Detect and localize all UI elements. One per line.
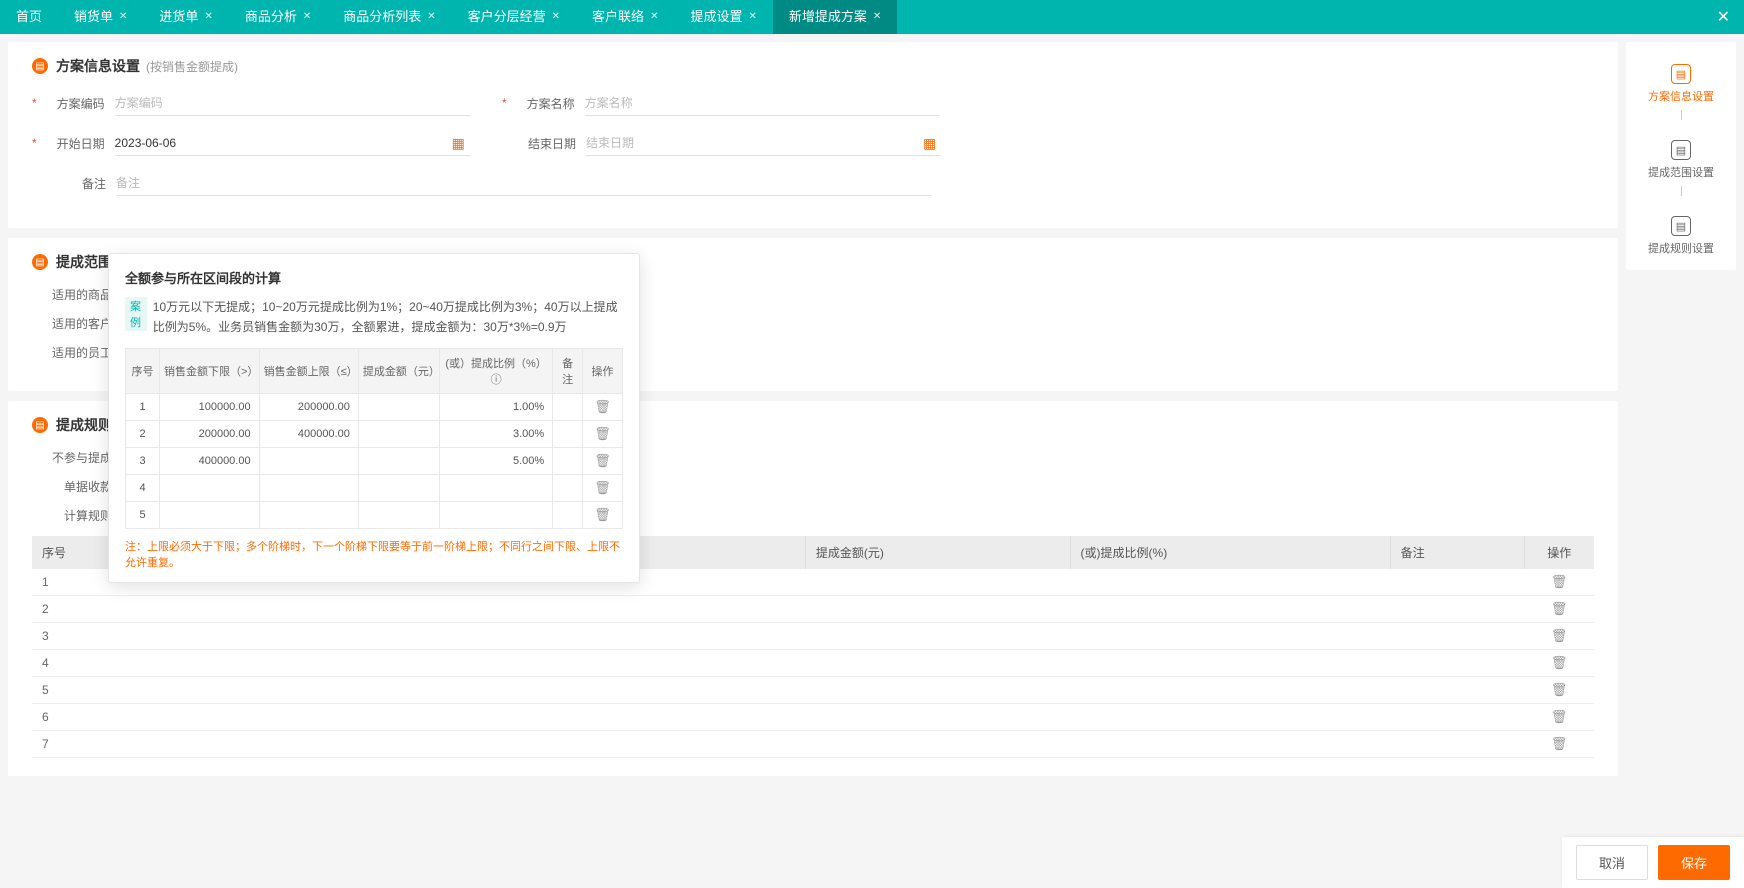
input-name[interactable] [585, 90, 940, 116]
close-icon[interactable]: ✕ [873, 0, 881, 34]
col-header: 操作 [583, 348, 623, 393]
table-row: 2200000.00400000.003.00%🗑 [126, 420, 623, 447]
label-exclude: 不参与提成 [32, 449, 112, 466]
delete-icon[interactable]: 🗑 [1551, 682, 1568, 697]
col-header: 备注 [1390, 536, 1524, 569]
label-customer: 适用的客户 [32, 315, 112, 332]
delete-icon[interactable]: 🗑 [1551, 736, 1568, 751]
tab-客户联络[interactable]: 客户联络✕ [576, 0, 674, 34]
delete-icon[interactable]: 🗑 [594, 453, 611, 468]
delete-icon[interactable]: 🗑 [594, 507, 611, 522]
delete-icon[interactable]: 🗑 [1551, 709, 1568, 724]
close-all-icon[interactable]: ✕ [1703, 7, 1744, 27]
section-icon: ▤ [1671, 140, 1691, 160]
col-header: 备注 [553, 348, 583, 393]
col-header: (或)提成比例(%) [1070, 536, 1390, 569]
example-text: 10万元以下无提成；10~20万元提成比例为1%；20~40万提成比例为3%；4… [153, 297, 623, 338]
tab-客户分层经营[interactable]: 客户分层经营✕ [452, 0, 576, 34]
save-button[interactable]: 保存 [1658, 845, 1730, 880]
label-start-date: 开始日期 [41, 135, 105, 152]
tab-首页[interactable]: 首页 [0, 0, 58, 34]
required-star: * [502, 96, 507, 110]
section-icon: ▤ [32, 254, 48, 270]
example-tag: 案例 [125, 297, 147, 331]
tab-商品分析列表[interactable]: 商品分析列表✕ [327, 0, 451, 34]
close-icon[interactable]: ✕ [650, 0, 658, 34]
table-row[interactable]: 5🗑 [32, 677, 1594, 704]
table-row: 5🗑 [126, 501, 623, 528]
close-icon[interactable]: ✕ [748, 0, 756, 34]
tab-提成设置[interactable]: 提成设置✕ [674, 0, 772, 34]
sidenav-item[interactable]: ▤ 提成范围设置 [1626, 134, 1736, 210]
input-end-date[interactable] [586, 130, 941, 156]
required-star: * [32, 96, 37, 110]
tab-销货单[interactable]: 销货单✕ [58, 0, 143, 34]
section-icon: ▤ [32, 417, 48, 433]
label-receipt: 单据收款 [32, 478, 112, 495]
close-icon[interactable]: ✕ [303, 0, 311, 34]
sidenav-label: 提成范围设置 [1626, 164, 1736, 180]
sidenav-item[interactable]: ▤ 提成规则设置 [1626, 210, 1736, 270]
label-goods: 适用的商品 [32, 286, 112, 303]
tab-新增提成方案[interactable]: 新增提成方案✕ [773, 0, 897, 34]
tooltip-example: 全额参与所在区间段的计算 案例 10万元以下无提成；10~20万元提成比例为1%… [108, 253, 640, 583]
table-row[interactable]: 3🗑 [32, 623, 1594, 650]
label-name: 方案名称 [511, 95, 575, 112]
input-start-date[interactable] [115, 130, 470, 156]
delete-icon[interactable]: 🗑 [1551, 628, 1568, 643]
section-icon: ▤ [1671, 64, 1691, 84]
delete-icon[interactable]: 🗑 [594, 426, 611, 441]
col-header: 销售金额下限（>） [160, 348, 260, 393]
tab-进货单[interactable]: 进货单✕ [143, 0, 228, 34]
close-icon[interactable]: ✕ [427, 0, 435, 34]
required-star: * [32, 136, 37, 150]
tooltip-table: 序号销售金额下限（>）销售金额上限（≤）提成金额（元）(或）提成比例（%）ⓘ备注… [125, 348, 623, 529]
panel-title: 方案信息设置 [56, 56, 140, 76]
delete-icon[interactable]: 🗑 [594, 399, 611, 414]
label-code: 方案编码 [41, 95, 105, 112]
table-row: 1100000.00200000.001.00%🗑 [126, 393, 623, 420]
sidenav-label: 提成规则设置 [1626, 240, 1736, 256]
label-end-date: 结束日期 [512, 135, 576, 152]
cancel-button[interactable]: 取消 [1576, 845, 1648, 880]
sidenav-label: 方案信息设置 [1626, 88, 1736, 104]
tooltip-heading: 全额参与所在区间段的计算 [125, 268, 623, 287]
label-remark: 备注 [42, 175, 106, 192]
tab-bar: 首页销货单✕进货单✕商品分析✕商品分析列表✕客户分层经营✕客户联络✕提成设置✕新… [0, 0, 1744, 34]
tab-商品分析[interactable]: 商品分析✕ [229, 0, 327, 34]
sidenav-item[interactable]: ▤ 方案信息设置 [1626, 58, 1736, 134]
label-staff: 适用的员工 [32, 344, 112, 361]
delete-icon[interactable]: 🗑 [594, 480, 611, 495]
input-code[interactable] [115, 90, 470, 116]
input-remark[interactable] [116, 170, 932, 196]
close-icon[interactable]: ✕ [119, 0, 127, 34]
delete-icon[interactable]: 🗑 [1551, 574, 1568, 589]
section-icon: ▤ [1671, 216, 1691, 236]
table-row[interactable]: 2🗑 [32, 596, 1594, 623]
col-header: (或）提成比例（%）ⓘ [439, 348, 552, 393]
col-header: 序号 [126, 348, 160, 393]
col-header: 提成金额（元） [358, 348, 439, 393]
table-row[interactable]: 4🗑 [32, 650, 1594, 677]
panel-plan-info: ▤ 方案信息设置 (按销售金额提成) * 方案编码 * 方案名称 * [8, 42, 1618, 228]
col-header: 销售金额上限（≤） [259, 348, 358, 393]
section-icon: ▤ [32, 58, 48, 74]
table-row[interactable]: 7🗑 [32, 731, 1594, 758]
delete-icon[interactable]: 🗑 [1551, 655, 1568, 670]
table-row: 3400000.005.00%🗑 [126, 447, 623, 474]
side-nav: ▤ 方案信息设置 ▤ 提成范围设置 ▤ 提成规则设置 [1626, 42, 1736, 270]
close-icon[interactable]: ✕ [204, 0, 212, 34]
table-row[interactable]: 6🗑 [32, 704, 1594, 731]
footer-actions: 取消 保存 [1562, 837, 1744, 888]
close-icon[interactable]: ✕ [552, 0, 560, 34]
tooltip-note: 注：上限必须大于下限；多个阶梯时，下一个阶梯下限要等于前一阶梯上限；不同行之间下… [125, 539, 623, 572]
delete-icon[interactable]: 🗑 [1551, 601, 1568, 616]
col-header: 操作 [1524, 536, 1594, 569]
col-header: 提成金额(元) [805, 536, 1070, 569]
panel-subtitle: (按销售金额提成) [146, 58, 238, 75]
table-row: 4🗑 [126, 474, 623, 501]
label-calc-rule: 计算规则 [32, 507, 112, 524]
